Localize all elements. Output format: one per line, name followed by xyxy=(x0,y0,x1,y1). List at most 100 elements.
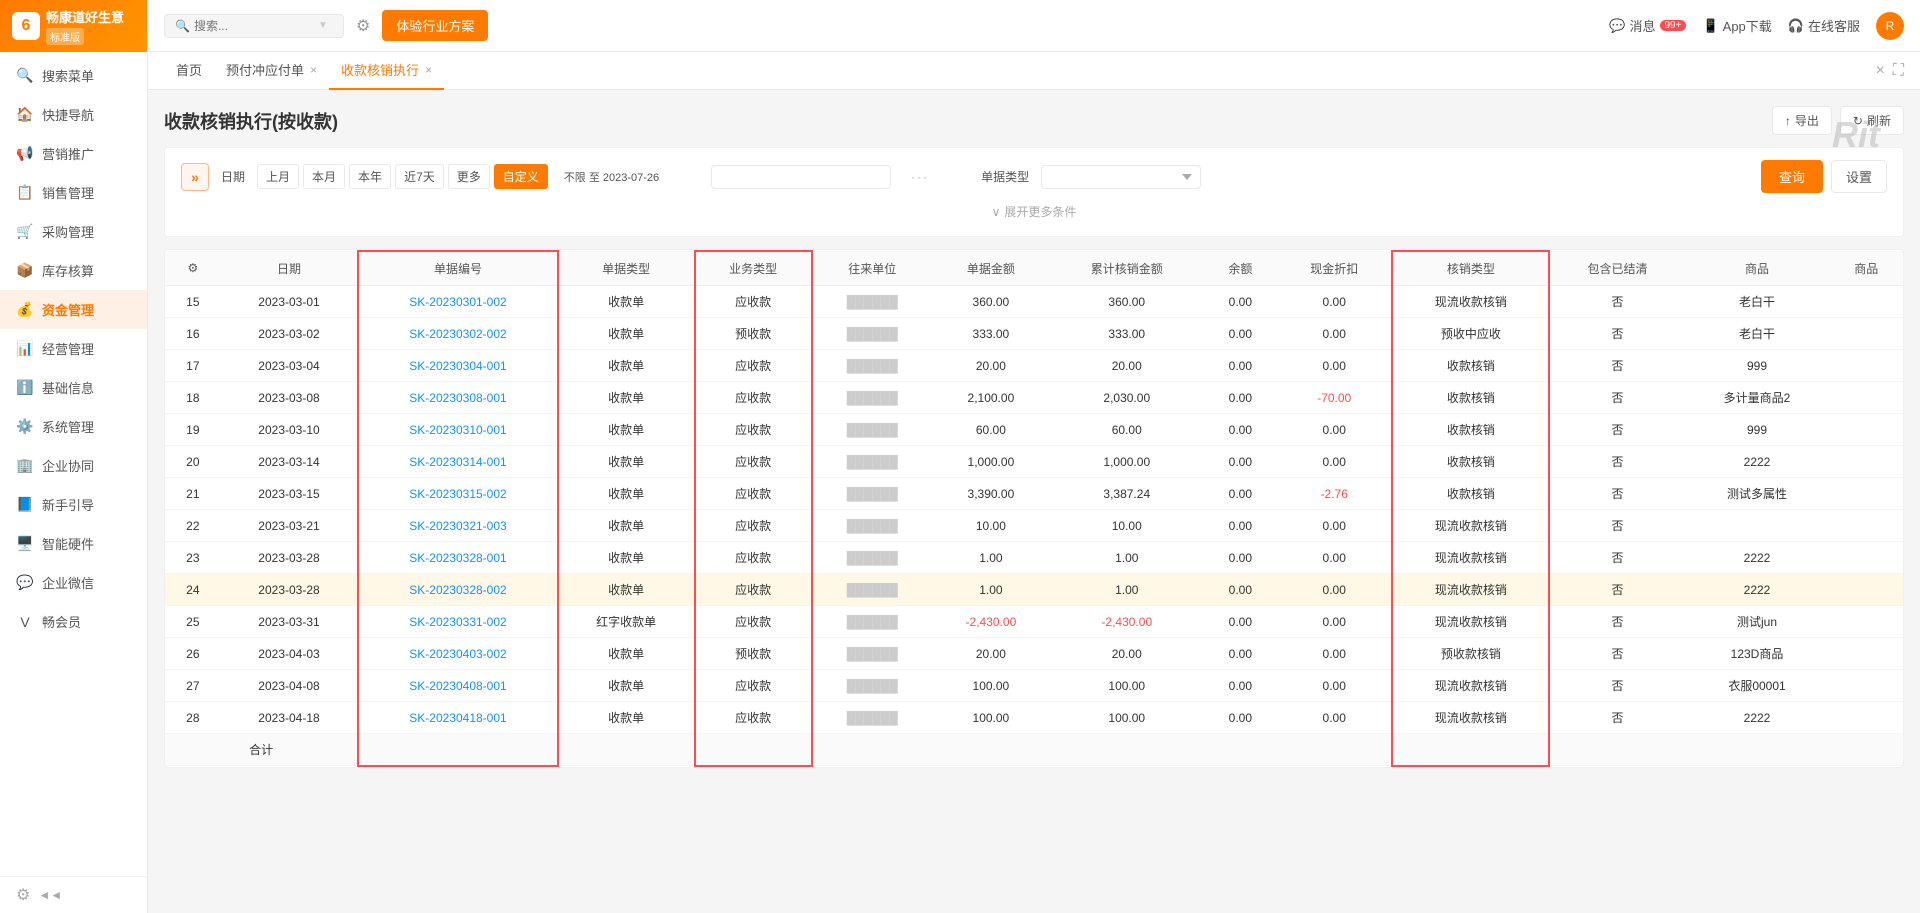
cell-counterparty: ██████ xyxy=(812,702,932,734)
cell-goods: 多计量商品2 xyxy=(1685,382,1830,414)
cell-cash-discount: 0.00 xyxy=(1277,542,1392,574)
export-button[interactable]: ↑ 导出 xyxy=(1772,106,1832,135)
bill-no-link[interactable]: SK-20230418-001 xyxy=(409,711,506,725)
column-settings-icon[interactable]: ⚙ xyxy=(187,261,198,275)
data-table-container: ⚙ 日期 单据编号 单据类型 业务类型 往来单位 单据金额 累计核销金额 余额 … xyxy=(164,249,1904,768)
sidebar-label-quicknav: 快捷导航 xyxy=(42,105,94,124)
sidebar-item-system[interactable]: ⚙️ 系统管理 xyxy=(0,407,147,446)
sidebar-item-marketing[interactable]: 📢 营销推广 xyxy=(0,134,147,173)
sidebar-item-sales[interactable]: 📋 销售管理 xyxy=(0,173,147,212)
bill-no-link[interactable]: SK-20230403-002 xyxy=(409,647,506,661)
sidebar-icon-quicknav: 🏠 xyxy=(16,106,34,124)
topbar-right: 💬 消息 99+ 📱 App下载 🎧 在线客服 R xyxy=(1609,12,1904,40)
col-bill-no: 单据编号 xyxy=(358,251,557,286)
bill-no-link[interactable]: SK-20230321-003 xyxy=(409,519,506,533)
industry-solution-button[interactable]: 体验行业方案 xyxy=(382,10,488,41)
filter-settings-button[interactable]: 设置 xyxy=(1831,160,1887,193)
col-settings[interactable]: ⚙ xyxy=(165,251,221,286)
date-option-本月[interactable]: 本月 xyxy=(303,164,345,189)
cell-biz-type: 预收款 xyxy=(695,318,812,350)
online-service-item[interactable]: 🎧 在线客服 xyxy=(1788,16,1860,35)
sidebar-item-wechat[interactable]: 💬 企业微信 xyxy=(0,563,147,602)
filter-expand[interactable]: ∨ 展开更多条件 xyxy=(181,199,1887,224)
sidebar-item-search[interactable]: 🔍 搜索菜单 xyxy=(0,56,147,95)
bill-no-link[interactable]: SK-20230314-001 xyxy=(409,455,506,469)
cell-include-cleared: 否 xyxy=(1549,446,1684,478)
tab-close-collection[interactable]: × xyxy=(425,63,432,77)
table-row: 17 2023-03-04 SK-20230304-001 收款单 应收款 ██… xyxy=(165,350,1903,382)
app-logo-icon: 6 xyxy=(12,12,40,40)
col-writeoff-type: 核销类型 xyxy=(1392,251,1549,286)
date-option-上月[interactable]: 上月 xyxy=(257,164,299,189)
tab-collection[interactable]: 收款核销执行 × xyxy=(329,52,444,90)
sidebar-item-member[interactable]: V 畅会员 xyxy=(0,602,147,641)
date-option-本年[interactable]: 本年 xyxy=(349,164,391,189)
sidebar-item-operations[interactable]: 📊 经营管理 xyxy=(0,329,147,368)
date-custom-button[interactable]: 自定义 xyxy=(494,164,548,189)
sidebar-item-purchase[interactable]: 🛒 采购管理 xyxy=(0,212,147,251)
cell-counterparty: ██████ xyxy=(812,670,932,702)
query-button[interactable]: 查询 xyxy=(1761,160,1823,193)
bill-no-link[interactable]: SK-20230302-002 xyxy=(409,327,506,341)
cell-cash-discount: 0.00 xyxy=(1277,318,1392,350)
bill-no-link[interactable]: SK-20230331-002 xyxy=(409,615,506,629)
sidebar-item-quicknav[interactable]: 🏠 快捷导航 xyxy=(0,95,147,134)
cell-bill-type: 收款单 xyxy=(558,414,695,446)
bill-no-link[interactable]: SK-20230328-001 xyxy=(409,551,506,565)
filter-more-dots: ··· xyxy=(911,170,929,184)
app-download-item[interactable]: 📱 App下载 xyxy=(1702,16,1771,35)
tab-close-pending[interactable]: × xyxy=(310,63,317,77)
bill-no-link[interactable]: SK-20230308-001 xyxy=(409,391,506,405)
cell-bill-no: SK-20230302-002 xyxy=(358,318,557,350)
settings-icon[interactable]: ⚙ xyxy=(16,885,30,905)
col-bill-type: 单据类型 xyxy=(558,251,695,286)
collapse-icon[interactable]: ◄◄ xyxy=(38,888,62,902)
cell-goods2 xyxy=(1829,638,1903,670)
sidebar-item-hardware[interactable]: 🖥️ 智能硬件 xyxy=(0,524,147,563)
cell-include-cleared: 否 xyxy=(1549,670,1684,702)
window-expand-icon[interactable]: ⛶ xyxy=(1893,62,1904,80)
sidebar-icon-purchase: 🛒 xyxy=(16,223,34,241)
bill-no-link[interactable]: SK-20230328-002 xyxy=(409,583,506,597)
window-close-icon[interactable]: × xyxy=(1875,62,1884,80)
total-bill-type xyxy=(558,734,695,766)
cell-bill-no: SK-20230403-002 xyxy=(358,638,557,670)
user-avatar[interactable]: R xyxy=(1876,12,1904,40)
sidebar-item-finance[interactable]: 💰 资金管理 xyxy=(0,290,147,329)
tab-label-collection: 收款核销执行 xyxy=(341,60,419,79)
topbar-gear-icon[interactable]: ⚙ xyxy=(356,16,370,36)
search-input[interactable] xyxy=(194,19,314,33)
tab-pending[interactable]: 预付冲应付单× xyxy=(214,52,329,90)
tab-home[interactable]: 首页 xyxy=(164,52,214,90)
bill-no-link[interactable]: SK-20230408-001 xyxy=(409,679,506,693)
bill-no-link[interactable]: SK-20230301-002 xyxy=(409,295,506,309)
cell-row-num: 26 xyxy=(165,638,221,670)
sidebar-item-guide[interactable]: 📘 新手引导 xyxy=(0,485,147,524)
table-row: 28 2023-04-18 SK-20230418-001 收款单 应收款 ██… xyxy=(165,702,1903,734)
cell-goods: 2222 xyxy=(1685,446,1830,478)
counterparty-input[interactable] xyxy=(711,165,891,189)
filter-toggle-button[interactable]: » xyxy=(181,163,209,191)
cell-balance: 0.00 xyxy=(1204,350,1278,382)
window-actions: × ⛶ xyxy=(1875,62,1904,80)
sidebar-item-basic[interactable]: ℹ️ 基础信息 xyxy=(0,368,147,407)
cell-counterparty: ██████ xyxy=(812,606,932,638)
bill-no-link[interactable]: SK-20230304-001 xyxy=(409,359,506,373)
filter-action-buttons: 查询 设置 xyxy=(1761,160,1887,193)
bill-no-link[interactable]: SK-20230315-002 xyxy=(409,487,506,501)
date-option-近7天[interactable]: 近7天 xyxy=(395,164,444,189)
col-cash-discount: 现金折扣 xyxy=(1277,251,1392,286)
notification-item[interactable]: 💬 消息 99+ xyxy=(1609,16,1686,35)
bill-no-link[interactable]: SK-20230310-001 xyxy=(409,423,506,437)
cell-bill-amount: 100.00 xyxy=(932,702,1050,734)
cell-date: 2023-03-08 xyxy=(221,382,359,414)
bill-type-select[interactable] xyxy=(1041,165,1201,189)
cell-goods: 2222 xyxy=(1685,542,1830,574)
sidebar-item-enterprise[interactable]: 🏢 企业协同 xyxy=(0,446,147,485)
sidebar-icon-inventory: 📦 xyxy=(16,262,34,280)
expand-icon: ∨ xyxy=(992,205,1001,219)
sidebar-item-inventory[interactable]: 📦 库存核算 xyxy=(0,251,147,290)
page-header: 收款核销执行(按收款) ↑ 导出 ↻ 刷新 xyxy=(164,106,1904,135)
date-option-更多[interactable]: 更多 xyxy=(448,164,490,189)
topbar-search[interactable]: 🔍 ▼ xyxy=(164,14,344,38)
